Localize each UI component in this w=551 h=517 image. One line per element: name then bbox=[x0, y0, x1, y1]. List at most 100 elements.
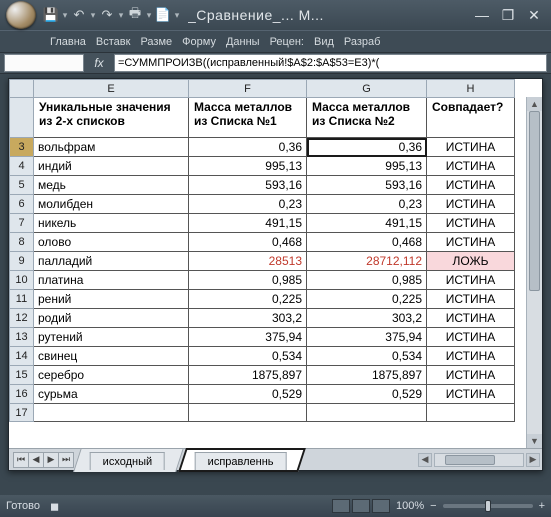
row-header[interactable]: 17 bbox=[10, 404, 34, 422]
cell[interactable]: 0,985 bbox=[307, 271, 427, 290]
sheet-tab-corrected[interactable]: исправленнь bbox=[179, 448, 307, 472]
cell[interactable]: 0,534 bbox=[307, 347, 427, 366]
row-header[interactable]: 8 bbox=[10, 233, 34, 252]
sheet-tab-original[interactable]: исходный bbox=[73, 448, 184, 472]
print-icon[interactable]: 🖶 bbox=[126, 6, 144, 24]
office-button[interactable] bbox=[6, 1, 36, 29]
maximize-button[interactable]: ❐ bbox=[495, 6, 521, 24]
hscroll-right-icon[interactable]: ▶ bbox=[526, 453, 540, 467]
cell[interactable]: 0,468 bbox=[307, 233, 427, 252]
tab-last-icon[interactable]: ⏭ bbox=[58, 452, 74, 468]
cell[interactable]: медь bbox=[34, 176, 189, 195]
cell[interactable]: ИСТИНА bbox=[427, 157, 515, 176]
tab-review[interactable]: Рецен: bbox=[266, 34, 308, 50]
cell[interactable]: 0,225 bbox=[189, 290, 307, 309]
row-header[interactable]: 6 bbox=[10, 195, 34, 214]
cell[interactable]: 0,225 bbox=[307, 290, 427, 309]
cell[interactable]: ЛОЖЬ bbox=[427, 252, 515, 271]
cell[interactable]: ИСТИНА bbox=[427, 290, 515, 309]
cell[interactable]: 303,2 bbox=[189, 309, 307, 328]
tab-next-icon[interactable]: ▶ bbox=[43, 452, 59, 468]
col-header-g[interactable]: G bbox=[307, 80, 427, 98]
name-box[interactable] bbox=[4, 54, 84, 72]
cell[interactable]: 491,15 bbox=[307, 214, 427, 233]
row-header[interactable]: 15 bbox=[10, 366, 34, 385]
cell[interactable] bbox=[34, 404, 189, 422]
formula-bar[interactable]: =СУММПРОИЗВ((исправленный!$A$2:$A$53=E3)… bbox=[114, 54, 547, 72]
cell[interactable]: 593,16 bbox=[307, 176, 427, 195]
cell[interactable]: ИСТИНА bbox=[427, 195, 515, 214]
qat-more-icon[interactable]: ▾ bbox=[174, 6, 180, 24]
cell[interactable]: 0,23 bbox=[307, 195, 427, 214]
header-cell[interactable]: Совпадает? bbox=[427, 98, 515, 138]
cell[interactable]: 0,529 bbox=[189, 385, 307, 404]
col-header-e[interactable]: E bbox=[34, 80, 189, 98]
tab-developer[interactable]: Разраб bbox=[340, 34, 385, 50]
cell[interactable]: рений bbox=[34, 290, 189, 309]
cell[interactable]: 303,2 bbox=[307, 309, 427, 328]
cell[interactable]: 1875,897 bbox=[307, 366, 427, 385]
header-cell[interactable]: Уникальные значения из 2-х списков bbox=[34, 98, 189, 138]
tab-data[interactable]: Данны bbox=[222, 34, 264, 50]
row-header[interactable]: 3 bbox=[10, 138, 34, 157]
scroll-thumb[interactable] bbox=[529, 111, 540, 291]
cell[interactable]: 0,468 bbox=[189, 233, 307, 252]
cell[interactable]: 0,36 bbox=[189, 138, 307, 157]
cell[interactable]: никель bbox=[34, 214, 189, 233]
cell[interactable]: 0,36 bbox=[307, 138, 427, 157]
cell[interactable]: ИСТИНА bbox=[427, 138, 515, 157]
zoom-out-button[interactable]: − bbox=[430, 500, 436, 512]
col-header-f[interactable]: F bbox=[189, 80, 307, 98]
cell[interactable]: 0,985 bbox=[189, 271, 307, 290]
cell[interactable]: ИСТИНА bbox=[427, 233, 515, 252]
cell[interactable]: олово bbox=[34, 233, 189, 252]
row-header[interactable]: 11 bbox=[10, 290, 34, 309]
scroll-up-icon[interactable]: ▲ bbox=[527, 97, 542, 111]
cell[interactable]: 375,94 bbox=[189, 328, 307, 347]
cell[interactable]: ИСТИНА bbox=[427, 366, 515, 385]
cell[interactable]: индий bbox=[34, 157, 189, 176]
cell[interactable]: 1875,897 bbox=[189, 366, 307, 385]
tab-first-icon[interactable]: ⏮ bbox=[13, 452, 29, 468]
zoom-level[interactable]: 100% bbox=[396, 500, 424, 512]
cell[interactable]: ИСТИНА bbox=[427, 347, 515, 366]
header-cell[interactable]: Масса металлов из Списка №2 bbox=[307, 98, 427, 138]
hscroll-left-icon[interactable]: ◀ bbox=[418, 453, 432, 467]
cell[interactable]: ИСТИНА bbox=[427, 309, 515, 328]
tab-insert[interactable]: Вставк bbox=[92, 34, 135, 50]
close-button[interactable]: ✕ bbox=[521, 6, 547, 24]
cell[interactable]: 593,16 bbox=[189, 176, 307, 195]
horizontal-scrollbar[interactable]: ◀ ▶ bbox=[304, 453, 542, 467]
fx-icon[interactable]: fx bbox=[88, 56, 110, 70]
cell[interactable]: сурьма bbox=[34, 385, 189, 404]
row-header[interactable]: 5 bbox=[10, 176, 34, 195]
cell[interactable]: вольфрам bbox=[34, 138, 189, 157]
undo-dropdown-icon[interactable]: ▾ bbox=[90, 6, 96, 24]
cell[interactable]: 28513 bbox=[189, 252, 307, 271]
tab-prev-icon[interactable]: ◀ bbox=[28, 452, 44, 468]
cell[interactable]: 0,534 bbox=[189, 347, 307, 366]
cell[interactable]: 491,15 bbox=[189, 214, 307, 233]
cell[interactable]: 0,23 bbox=[189, 195, 307, 214]
row-header[interactable]: 10 bbox=[10, 271, 34, 290]
view-buttons[interactable] bbox=[332, 499, 390, 513]
cell[interactable]: родий bbox=[34, 309, 189, 328]
cell[interactable]: ИСТИНА bbox=[427, 385, 515, 404]
tab-layout[interactable]: Разме bbox=[136, 34, 176, 50]
row-header[interactable]: 7 bbox=[10, 214, 34, 233]
save-icon[interactable]: 💾 bbox=[42, 6, 60, 24]
macro-record-icon[interactable]: ◼ bbox=[50, 500, 59, 513]
cell[interactable]: 0,529 bbox=[307, 385, 427, 404]
row-header[interactable]: 9 bbox=[10, 252, 34, 271]
cell[interactable]: ИСТИНА bbox=[427, 271, 515, 290]
hscroll-thumb[interactable] bbox=[445, 455, 495, 465]
zoom-slider[interactable] bbox=[443, 504, 533, 508]
zoom-in-button[interactable]: + bbox=[539, 500, 545, 512]
row-header[interactable] bbox=[10, 98, 34, 138]
cell[interactable] bbox=[307, 404, 427, 422]
cell[interactable] bbox=[189, 404, 307, 422]
row-header[interactable]: 16 bbox=[10, 385, 34, 404]
cell[interactable]: ИСТИНА bbox=[427, 176, 515, 195]
cell[interactable] bbox=[427, 404, 515, 422]
undo-icon[interactable]: ↶ bbox=[70, 6, 88, 24]
